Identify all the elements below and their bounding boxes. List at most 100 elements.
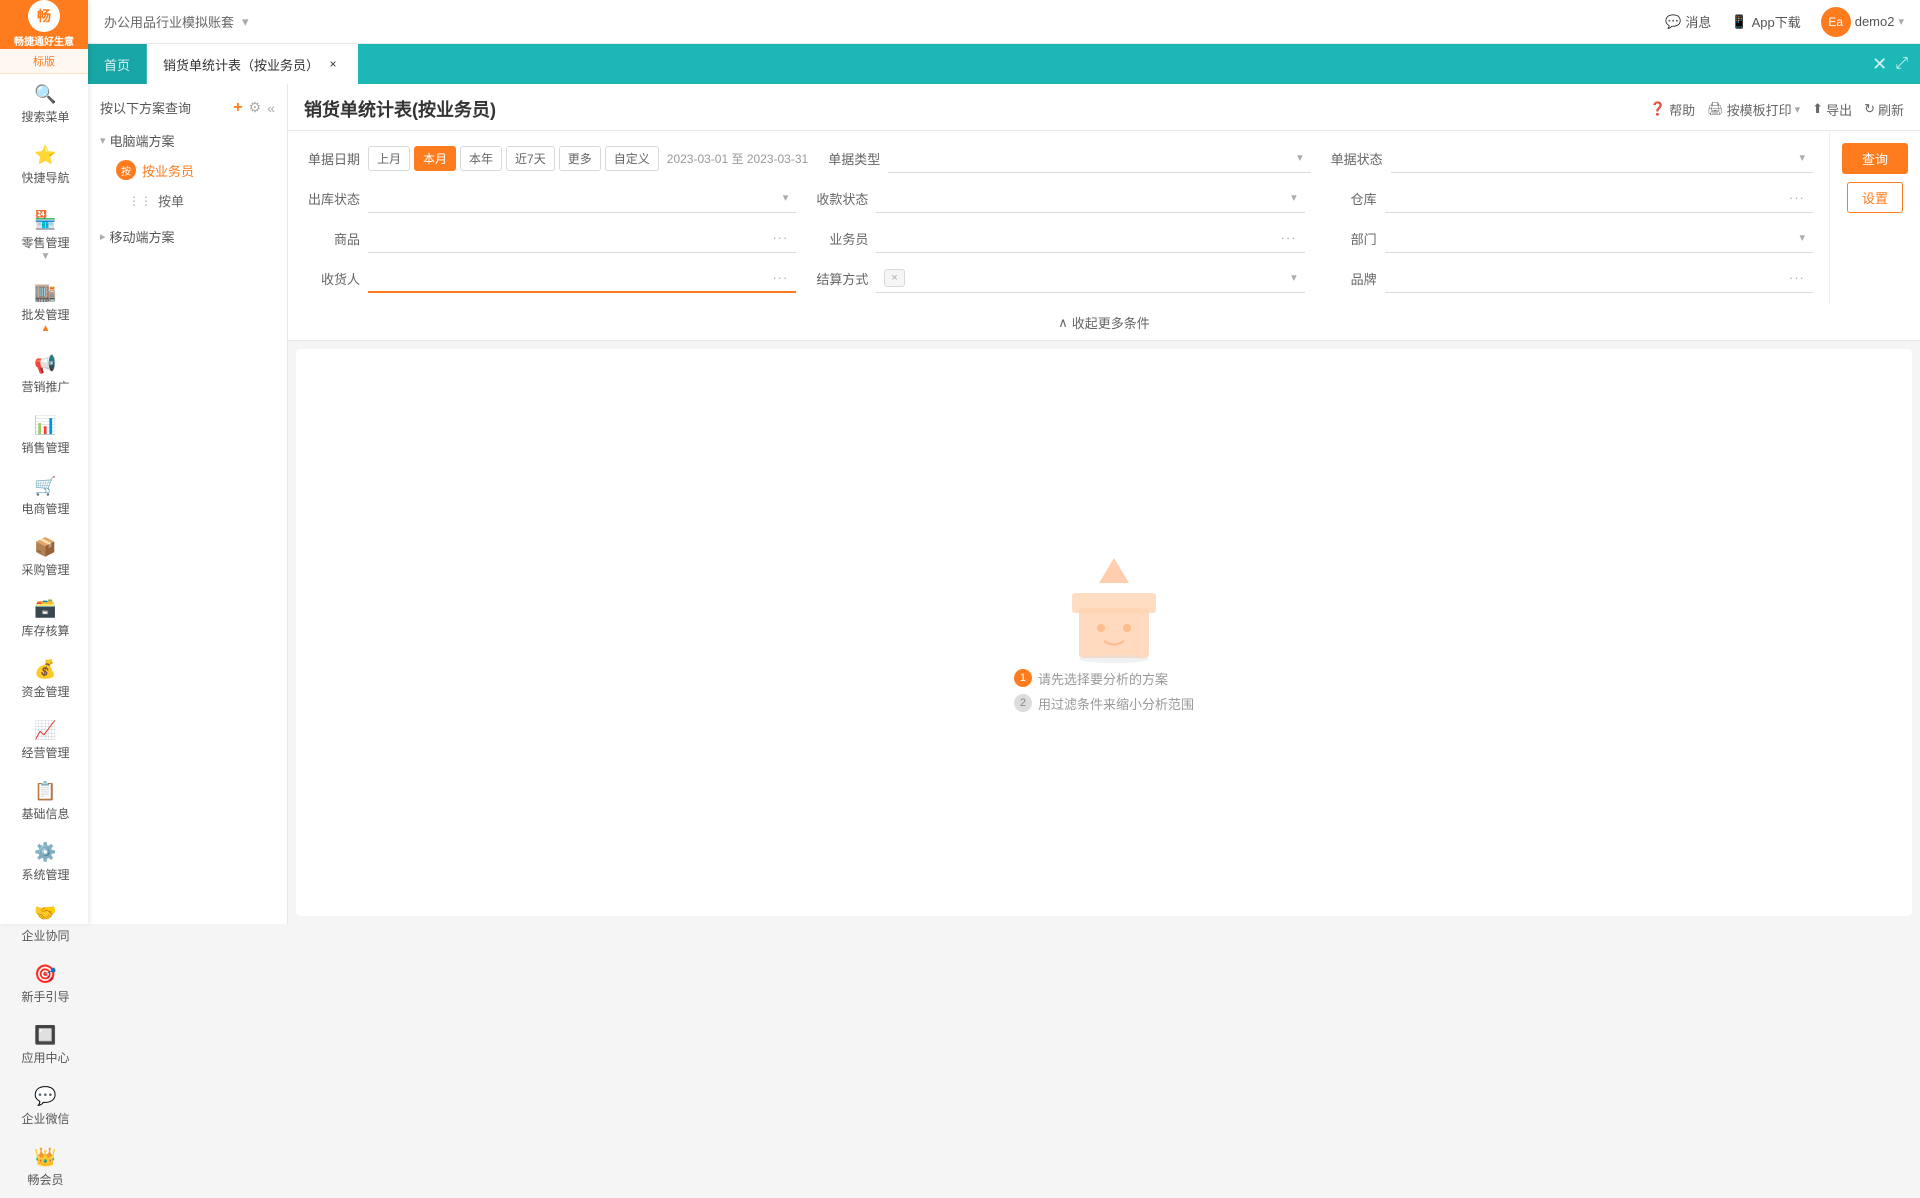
empty-svg bbox=[1054, 553, 1174, 663]
template-print-btn[interactable]: 🖨 按模板打印 ▾ bbox=[1707, 100, 1800, 119]
sidebar-item-wechat-label: 企业微信 bbox=[21, 1110, 69, 1127]
goods-control[interactable]: ··· bbox=[368, 223, 796, 253]
sub-order-label: 按单 bbox=[158, 191, 184, 210]
message-btn[interactable]: 💬 消息 bbox=[1665, 12, 1711, 31]
out-status-control[interactable]: ▾ bbox=[368, 183, 796, 213]
date-this-year-btn[interactable]: 本年 bbox=[460, 146, 502, 171]
settings-button[interactable]: 设置 bbox=[1847, 182, 1903, 213]
hint-text-2: 用过滤条件来缩小分析范围 bbox=[1038, 694, 1194, 713]
department-control[interactable]: ▾ bbox=[1385, 223, 1813, 253]
receiver-label: 收货人 bbox=[304, 269, 360, 288]
receiver-dots: ··· bbox=[772, 270, 788, 285]
date-label: 单据日期 bbox=[304, 149, 360, 168]
sidebar-item-retail-label: 零售管理 bbox=[21, 234, 69, 251]
doc-status-arrow: ▾ bbox=[1799, 151, 1805, 164]
date-this-month-btn[interactable]: 本月 bbox=[414, 146, 456, 171]
brand-control[interactable]: ··· bbox=[1385, 263, 1813, 293]
salesperson-control[interactable]: ··· bbox=[876, 223, 1304, 253]
scheme-group-pc-title[interactable]: ▾ 电脑端方案 bbox=[88, 127, 287, 154]
user-profile-btn[interactable]: Ea demo2 ▾ bbox=[1821, 7, 1904, 37]
date-custom-btn[interactable]: 自定义 bbox=[605, 146, 659, 171]
sidebar-item-purchase[interactable]: 📦 采购管理 bbox=[0, 527, 88, 588]
sidebar-item-retail[interactable]: 🏪 零售管理 ▼ bbox=[0, 200, 88, 272]
sidebar-item-sales[interactable]: 📊 销售管理 bbox=[0, 405, 88, 466]
sidebar-item-member[interactable]: 👑 畅会员 bbox=[0, 1137, 88, 1198]
main-area: 办公用品行业模拟账套 ▾ 💬 消息 📱 App下载 Ea demo2 ▾ 首页 … bbox=[88, 0, 1920, 924]
topbar-dropdown-icon[interactable]: ▾ bbox=[242, 14, 249, 30]
receiver-control[interactable]: ··· bbox=[368, 263, 796, 293]
filter-field-salesperson: 业务员 ··· bbox=[812, 223, 1304, 253]
goods-dots: ··· bbox=[772, 230, 788, 245]
scheme-sub-item-order[interactable]: ⋮⋮ 按单 bbox=[88, 186, 287, 215]
sidebar-item-operations[interactable]: 📈 经营管理 bbox=[0, 710, 88, 771]
sidebar-item-system[interactable]: ⚙️ 系统管理 bbox=[0, 832, 88, 893]
collect-status-control[interactable]: ▾ bbox=[876, 183, 1304, 213]
sidebar-item-guide-label: 新手引导 bbox=[21, 988, 69, 1005]
refresh-btn[interactable]: ↻ 刷新 bbox=[1864, 100, 1904, 119]
form-title: 销货单统计表(按业务员) bbox=[304, 96, 496, 122]
form-header: 销货单统计表(按业务员) ❓ 帮助 🖨 按模板打印 ▾ ⬆ 导出 bbox=[288, 84, 1920, 131]
member-icon: 👑 bbox=[34, 1147, 56, 1168]
filter-row-2: 出库状态 ▾ 收款状态 ▾ 仓库 bbox=[304, 183, 1813, 213]
empty-hints: 1 请先选择要分析的方案 2 用过滤条件来缩小分析范围 bbox=[1014, 669, 1194, 713]
panel-fold-btn[interactable]: « bbox=[267, 100, 275, 116]
doc-status-control[interactable]: ▾ bbox=[1391, 143, 1813, 173]
date-last7-btn[interactable]: 近7天 bbox=[506, 146, 555, 171]
tab-sales-stat[interactable]: 销货单统计表（按业务员） × bbox=[147, 44, 358, 84]
sidebar-item-shortcut[interactable]: ⭐ 快捷导航 bbox=[0, 135, 88, 196]
app-download-label: App下载 bbox=[1752, 12, 1801, 31]
sidebar-subtitle: 标版 bbox=[0, 49, 88, 74]
template-print-arrow: ▾ bbox=[1795, 103, 1801, 116]
sidebar-item-wechat[interactable]: 💬 企业微信 bbox=[0, 1076, 88, 1137]
inventory-icon: 🗃️ bbox=[34, 598, 56, 619]
date-range-text: 2023-03-01 至 2023-03-31 bbox=[667, 150, 808, 167]
close-window-icon[interactable]: ✕ bbox=[1872, 54, 1887, 75]
date-more-btn[interactable]: 更多 bbox=[559, 146, 601, 171]
sidebar-item-basic-label: 基础信息 bbox=[21, 805, 69, 822]
empty-illustration bbox=[1054, 553, 1154, 653]
sidebar-item-wholesale[interactable]: 🏬 批发管理 ▲ bbox=[0, 272, 88, 344]
topbar: 办公用品行业模拟账套 ▾ 💬 消息 📱 App下载 Ea demo2 ▾ bbox=[88, 0, 1920, 44]
department-arrow: ▾ bbox=[1799, 231, 1805, 244]
panel-settings-btn[interactable]: ⚙ bbox=[249, 99, 262, 116]
sidebar-item-ecommerce[interactable]: 🛒 电商管理 bbox=[0, 466, 88, 527]
filter-field-date: 单据日期 上月 本月 本年 近7天 更多 自定义 2023-03-01 至 20… bbox=[304, 146, 808, 171]
sidebar-item-marketing[interactable]: 📢 营销推广 bbox=[0, 344, 88, 405]
doc-type-control[interactable]: ▾ bbox=[888, 143, 1310, 173]
content-area: 按以下方案查询 + ⚙ « ▾ 电脑端方案 按 按业务员 ⋮⋮ bbox=[88, 84, 1920, 924]
salesman-scheme-icon: 按 bbox=[116, 160, 136, 180]
tab-home-label: 首页 bbox=[104, 55, 130, 74]
scheme-item-salesman[interactable]: 按 按业务员 bbox=[88, 154, 287, 186]
tab-home[interactable]: 首页 bbox=[88, 44, 147, 84]
collapse-btn[interactable]: ∧ 收起更多条件 bbox=[288, 305, 1920, 341]
sidebar-item-ecommerce-label: 电商管理 bbox=[21, 500, 69, 517]
logo-symbol: 畅 bbox=[37, 6, 51, 26]
settlement-tag-remove[interactable]: × bbox=[891, 272, 897, 284]
scheme-group-pc: ▾ 电脑端方案 按 按业务员 ⋮⋮ 按单 bbox=[88, 123, 287, 219]
tab-close-btn[interactable]: × bbox=[325, 56, 341, 72]
query-button[interactable]: 查询 bbox=[1842, 143, 1908, 174]
scheme-group-mobile-title[interactable]: ▸ 移动端方案 bbox=[88, 223, 287, 250]
tabbar-right-actions: ✕ ⤢ bbox=[1860, 54, 1920, 75]
sidebar-item-basic[interactable]: 📋 基础信息 bbox=[0, 771, 88, 832]
doc-status-label: 单据状态 bbox=[1327, 149, 1383, 168]
purchase-icon: 📦 bbox=[34, 537, 56, 558]
date-last-month-btn[interactable]: 上月 bbox=[368, 146, 410, 171]
help-icon: ❓ bbox=[1650, 101, 1666, 117]
sidebar-item-apps[interactable]: 🔲 应用中心 bbox=[0, 1015, 88, 1076]
sidebar-item-finance[interactable]: 💰 资金管理 bbox=[0, 649, 88, 710]
settlement-control[interactable]: × ▾ bbox=[876, 263, 1304, 293]
settlement-arrow: ▾ bbox=[1291, 271, 1297, 284]
help-btn[interactable]: ❓ 帮助 bbox=[1650, 100, 1695, 119]
retail-arrow: ▼ bbox=[41, 251, 51, 262]
date-filter: 上月 本月 本年 近7天 更多 自定义 2023-03-01 至 2023-03… bbox=[368, 146, 808, 171]
panel-add-btn[interactable]: + bbox=[233, 99, 242, 117]
sidebar-item-guide[interactable]: 🎯 新手引导 bbox=[0, 954, 88, 1015]
warehouse-control[interactable]: ··· bbox=[1385, 183, 1813, 213]
export-btn[interactable]: ⬆ 导出 bbox=[1812, 100, 1852, 119]
sidebar-item-search[interactable]: 🔍 搜索菜单 bbox=[0, 74, 88, 135]
export-label: 导出 bbox=[1826, 100, 1852, 119]
sidebar-item-inventory[interactable]: 🗃️ 库存核算 bbox=[0, 588, 88, 649]
maximize-window-icon[interactable]: ⤢ bbox=[1895, 55, 1908, 73]
app-download-btn[interactable]: 📱 App下载 bbox=[1731, 12, 1800, 31]
